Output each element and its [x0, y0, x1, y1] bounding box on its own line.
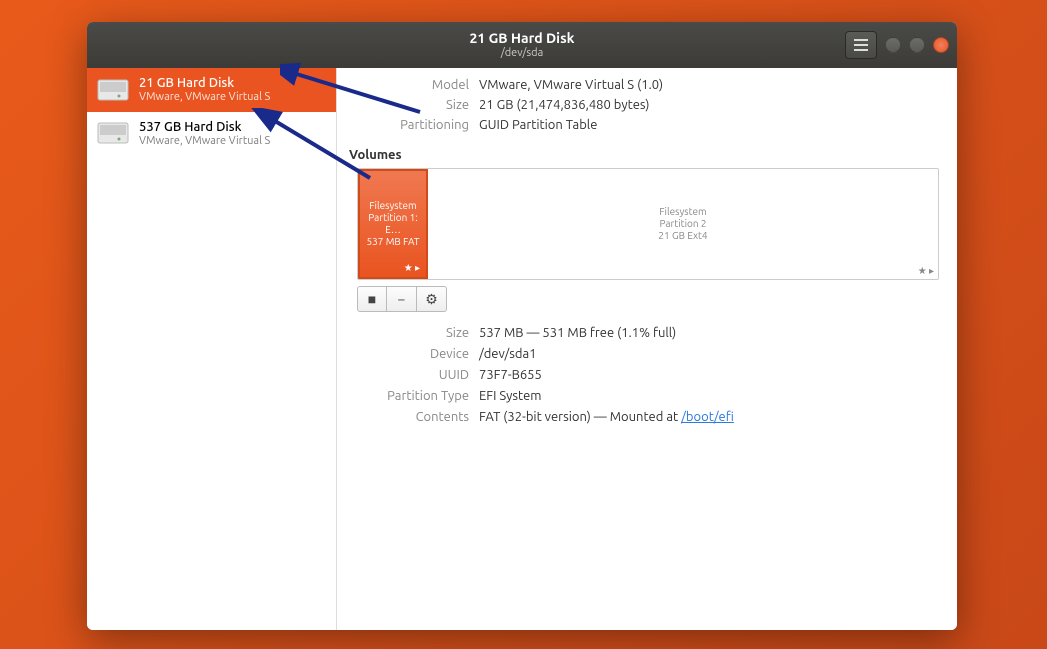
- partition-options-button[interactable]: ⚙: [417, 286, 447, 312]
- vol-contents-value: FAT (32-bit version) — Mounted at /boot/…: [479, 410, 939, 424]
- vol-ptype-value: EFI System: [479, 389, 939, 403]
- volume-badge: ★ ▸: [360, 262, 426, 274]
- vol-ptype-label: Partition Type: [349, 389, 469, 403]
- titlebar: 21 GB Hard Disk /dev/sda: [87, 22, 957, 68]
- window-subtitle: /dev/sda: [469, 47, 574, 60]
- size-label: Size: [349, 98, 469, 112]
- disk-sidebar: 21 GB Hard Disk VMware, VMware Virtual S…: [87, 68, 337, 630]
- minus-icon: −: [398, 291, 406, 307]
- disk-title: 21 GB Hard Disk: [139, 76, 270, 91]
- model-label: Model: [349, 78, 469, 92]
- model-value: VMware, VMware Virtual S (1.0): [479, 78, 939, 92]
- sidebar-disk-item[interactable]: 537 GB Hard Disk VMware, VMware Virtual …: [87, 112, 336, 156]
- stop-icon: ■: [368, 291, 376, 307]
- hard-disk-icon: [97, 122, 129, 144]
- disk-title: 537 GB Hard Disk: [139, 120, 270, 135]
- hard-disk-icon: [97, 79, 129, 101]
- volume-partition-2[interactable]: Filesystem Partition 2 21 GB Ext4 ★ ▸: [428, 169, 938, 279]
- vol-size-label: Size: [349, 326, 469, 340]
- vol-device-label: Device: [349, 347, 469, 361]
- disks-window: 21 GB Hard Disk /dev/sda 21 GB Hard Disk…: [87, 22, 957, 630]
- gear-icon: ⚙: [425, 291, 438, 308]
- mount-point-link[interactable]: /boot/efi: [681, 410, 734, 424]
- disk-subtitle: VMware, VMware Virtual S: [139, 135, 270, 148]
- maximize-button[interactable]: [909, 37, 925, 53]
- partitioning-value: GUID Partition Table: [479, 118, 939, 132]
- disk-subtitle: VMware, VMware Virtual S: [139, 91, 270, 104]
- unmount-button[interactable]: ■: [357, 286, 387, 312]
- minimize-button[interactable]: [885, 37, 901, 53]
- vol-uuid-value: 73F7-B655: [479, 368, 939, 382]
- size-value: 21 GB (21,474,836,480 bytes): [479, 98, 939, 112]
- sidebar-disk-item[interactable]: 21 GB Hard Disk VMware, VMware Virtual S: [87, 68, 336, 112]
- vol-device-value: /dev/sda1: [479, 347, 939, 361]
- volumes-bar: Filesystem Partition 1: E… 537 MB FAT ★ …: [357, 168, 939, 280]
- main-panel: Model VMware, VMware Virtual S (1.0) Siz…: [337, 68, 957, 630]
- vol-uuid-label: UUID: [349, 368, 469, 382]
- hamburger-icon: [854, 39, 868, 51]
- window-title: 21 GB Hard Disk: [469, 30, 574, 47]
- vol-contents-label: Contents: [349, 410, 469, 424]
- vol-size-value: 537 MB — 531 MB free (1.1% full): [479, 326, 939, 340]
- volumes-heading: Volumes: [349, 148, 939, 162]
- volume-partition-1[interactable]: Filesystem Partition 1: E… 537 MB FAT ★ …: [358, 169, 428, 279]
- partitioning-label: Partitioning: [349, 118, 469, 132]
- app-menu-button[interactable]: [845, 31, 877, 59]
- delete-partition-button[interactable]: −: [387, 286, 417, 312]
- close-button[interactable]: [933, 37, 949, 53]
- volume-badge: ★ ▸: [918, 265, 934, 277]
